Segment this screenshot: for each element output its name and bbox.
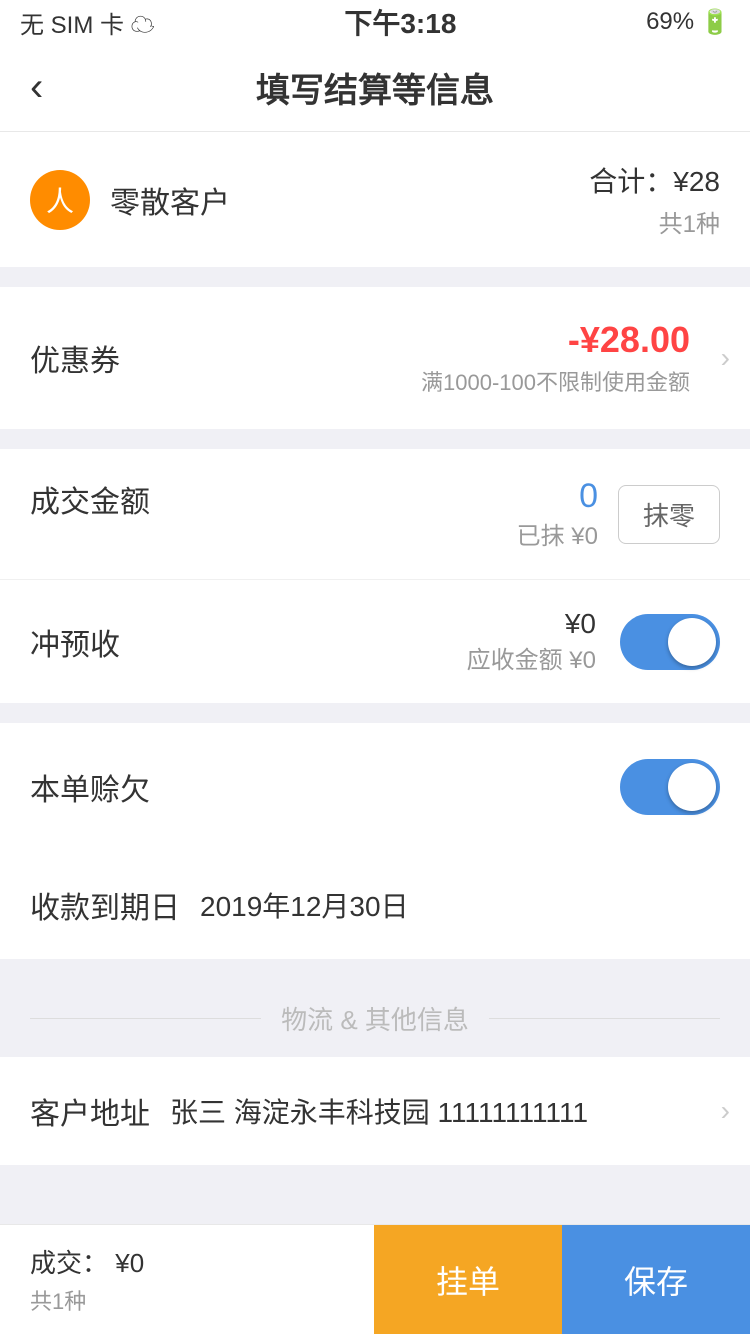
status-left: 无 SIM 卡 ☁ [20,5,155,40]
address-chevron-icon: › [721,1095,730,1127]
coupon-label: 优惠券 [30,336,120,380]
address-row[interactable]: 客户地址 张三 海淀永丰科技园 11111111111 › [0,1057,750,1165]
pre-receive-toggle[interactable] [620,614,720,670]
main-content: 人 零散客户 合计：¥28 共1种 优惠券 -¥28.00 满1000-100不… [0,132,750,1285]
avatar-icon: 人 [46,180,74,220]
bottom-transaction: 成交： ¥0 [30,1243,344,1280]
amount-section: 成交金额 0 已抹 ¥0 抹零 冲预收 ¥0 应收金额 ¥0 [0,449,750,703]
transaction-value: ¥0 [115,1248,144,1278]
logistics-label: 物流 & 其他信息 [281,1000,469,1037]
prerecv-value: ¥0 [467,608,596,640]
status-time: 下午3:18 [344,2,456,42]
pre-receive-label: 冲预收 [30,620,120,664]
customer-total: 合计：¥28 [589,160,720,200]
address-label: 客户地址 [30,1089,150,1133]
customer-name: 零散客户 [110,178,230,222]
coupon-sub: 满1000-100不限制使用金额 [421,365,690,397]
battery-status: 69% [646,8,694,36]
logistics-divider: 物流 & 其他信息 [30,1000,720,1037]
bottom-bar: 成交： ¥0 共1种 挂单 保存 [0,1224,750,1334]
chevron-right-icon: › [721,342,730,374]
customer-left: 人 零散客户 [30,170,230,230]
coupon-section: 优惠券 -¥28.00 满1000-100不限制使用金额 › [0,287,750,429]
page-title: 填写结算等信息 [256,63,494,112]
due-date-row: 收款到期日 2019年12月30日 [0,851,750,960]
status-bar: 无 SIM 卡 ☁ 下午3:18 69% 🔋 [0,0,750,44]
avatar: 人 [30,170,90,230]
credit-section: 本单赊欠 收款到期日 2019年12月30日 [0,723,750,960]
coupon-row[interactable]: 优惠券 -¥28.00 满1000-100不限制使用金额 › [0,287,750,429]
round-button[interactable]: 抹零 [618,485,720,544]
amount-col: 0 已抹 ¥0 [517,477,598,551]
amount-label: 成交金额 [30,477,150,521]
sim-status: 无 SIM 卡 ☁ [20,5,155,40]
logistics-section: 物流 & 其他信息 [0,980,750,1057]
pre-receive-row: 冲预收 ¥0 应收金额 ¥0 [0,580,750,703]
logistics-line-left [30,1018,261,1019]
logistics-line-right [489,1018,720,1019]
amount-right: 0 已抹 ¥0 抹零 [517,477,720,551]
prerecv-amounts: ¥0 应收金额 ¥0 [467,608,596,675]
bottom-info: 成交： ¥0 共1种 [0,1225,374,1334]
customer-count: 共1种 [589,204,720,239]
save-button[interactable]: 保存 [562,1225,750,1334]
amount-value: 0 [579,477,598,516]
due-date-label: 收款到期日 [30,883,180,927]
prerecv-sub: 应收金额 ¥0 [467,640,596,675]
customer-row: 人 零散客户 合计：¥28 共1种 [0,132,750,267]
credit-toggle[interactable] [620,759,720,815]
coupon-value: -¥28.00 [568,319,690,361]
due-date-value: 2019年12月30日 [200,885,720,925]
customer-right: 合计：¥28 共1种 [589,160,720,239]
nav-bar: ‹ 填写结算等信息 [0,44,750,132]
amount-row: 成交金额 0 已抹 ¥0 抹零 [0,449,750,580]
credit-label: 本单赊欠 [30,765,150,809]
transaction-label: 成交： [30,1248,108,1278]
back-button[interactable]: ‹ [30,65,43,110]
credit-row: 本单赊欠 [0,723,750,851]
bottom-count: 共1种 [30,1284,344,1316]
prerecv-right: ¥0 应收金额 ¥0 [467,608,720,675]
battery-icon: 🔋 [700,8,730,37]
address-value: 张三 海淀永丰科技园 11111111111 [170,1091,720,1131]
status-right: 69% 🔋 [646,8,730,37]
amount-sub: 已抹 ¥0 [517,516,598,551]
hang-button[interactable]: 挂单 [374,1225,562,1334]
